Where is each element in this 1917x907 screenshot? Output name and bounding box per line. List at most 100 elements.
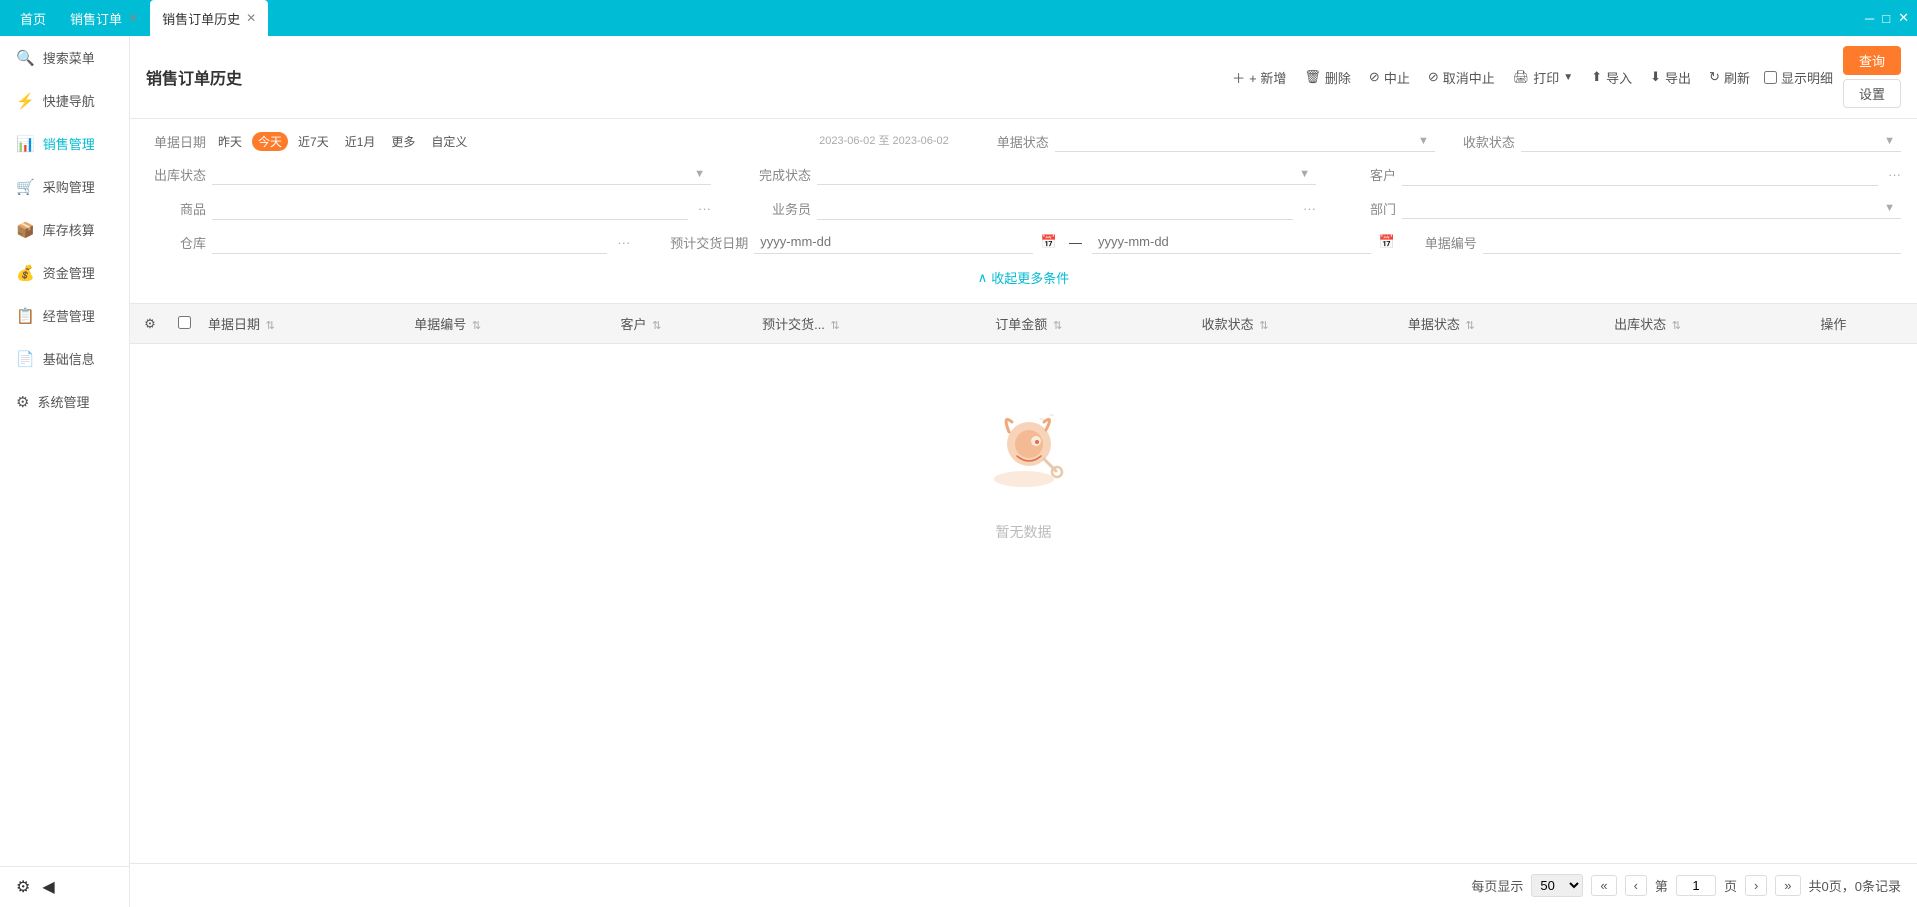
- add-button[interactable]: ＋ + 新增: [1228, 66, 1290, 89]
- stock-out-select[interactable]: ▼: [212, 164, 711, 185]
- date-option-today[interactable]: 今天: [252, 132, 288, 151]
- th-order-amount[interactable]: 订单金额 ⇅: [987, 304, 1193, 344]
- sidebar-item-base-info[interactable]: 📄 基础信息: [0, 337, 129, 380]
- sidebar-collapse-icon[interactable]: ◀: [42, 877, 54, 897]
- warehouse-label: 仓库: [146, 233, 206, 252]
- filter-salesperson: 业务员 ···: [751, 196, 1316, 220]
- date-filter-options: 昨天 今天 近7天 近1月 更多 自定义: [212, 132, 473, 151]
- inventory-icon: 📦: [16, 221, 35, 239]
- window-min-btn[interactable]: ─: [1865, 11, 1874, 26]
- date-option-yesterday[interactable]: 昨天: [212, 132, 248, 151]
- th-bill-status[interactable]: 单据状态 ⇅: [1400, 304, 1606, 344]
- date-option-1month[interactable]: 近1月: [339, 132, 382, 151]
- print-button[interactable]: 🖨 打印 ▼: [1509, 66, 1577, 89]
- date-option-more[interactable]: 更多: [385, 132, 421, 151]
- refresh-button[interactable]: ↻ 刷新: [1705, 66, 1754, 89]
- collapse-label: 收起更多条件: [991, 268, 1069, 287]
- sales-icon: 📊: [16, 135, 35, 153]
- page-header: 销售订单历史 ＋ + 新增 🗑 删除 ⊘ 中止 ⊘ 取消中止: [130, 36, 1917, 119]
- th-stock-out-status[interactable]: 出库状态 ⇅: [1606, 304, 1812, 344]
- page-size-select[interactable]: 10 20 50 100: [1531, 874, 1583, 897]
- window-close-btn[interactable]: ✕: [1898, 10, 1909, 26]
- tab-home-label: 首页: [20, 9, 46, 28]
- collapse-filter-btn[interactable]: ∧ 收起更多条件: [146, 264, 1901, 291]
- cancel-stop-button[interactable]: ⊘ 取消中止: [1424, 66, 1499, 89]
- date-option-7days[interactable]: 近7天: [292, 132, 335, 151]
- filter-bill-date: 单据日期 昨天 今天 近7天 近1月 更多 自定义: [146, 132, 815, 151]
- filter-row-3: 商品 ··· 业务员 ··· 部门 ▼: [146, 196, 1901, 220]
- calendar-end-icon[interactable]: 📅: [1379, 234, 1395, 250]
- department-select[interactable]: ▼: [1402, 198, 1901, 219]
- svg-text:~: ~: [1039, 414, 1044, 424]
- show-detail-checkbox[interactable]: [1764, 71, 1777, 84]
- sidebar-item-purchase[interactable]: 🛒 采购管理: [0, 165, 129, 208]
- close-sales-history-tab[interactable]: ✕: [246, 11, 256, 25]
- warehouse-picker-icon[interactable]: ···: [617, 235, 630, 250]
- sidebar-item-inventory[interactable]: 📦 库存核算: [0, 208, 129, 251]
- print-icon: 🖨: [1513, 69, 1530, 85]
- expected-date-end-input[interactable]: [1092, 230, 1371, 254]
- sidebar-item-operations[interactable]: 📋 经营管理: [0, 294, 129, 337]
- stop-button[interactable]: ⊘ 中止: [1365, 66, 1414, 89]
- bill-no-input[interactable]: [1483, 230, 1901, 254]
- customer-input[interactable]: [1402, 162, 1878, 186]
- th-expected-date[interactable]: 预计交货... ⇅: [754, 304, 987, 344]
- product-picker-icon[interactable]: ···: [698, 201, 711, 216]
- sidebar-search[interactable]: 🔍 搜索菜单: [0, 36, 129, 79]
- receipt-status-select[interactable]: ▼: [1521, 131, 1901, 152]
- tab-sales-order-label: 销售订单: [70, 9, 122, 28]
- tab-sales-history[interactable]: 销售订单历史 ✕: [150, 0, 268, 36]
- expected-date-label: 预计交货日期: [670, 233, 748, 252]
- delete-button[interactable]: 🗑 删除: [1300, 66, 1355, 89]
- th-customer[interactable]: 客户 ⇅: [613, 304, 755, 344]
- tab-sales-order[interactable]: 销售订单 ✕: [58, 0, 150, 36]
- customer-picker-icon[interactable]: ···: [1888, 167, 1901, 182]
- empty-illustration: ~ ~: [974, 404, 1074, 510]
- sidebar-item-finance[interactable]: 💰 资金管理: [0, 251, 129, 294]
- cancel-stop-icon: ⊘: [1428, 69, 1439, 85]
- product-label: 商品: [146, 199, 206, 218]
- setting-button[interactable]: 设置: [1843, 79, 1901, 108]
- export-button[interactable]: ⬇ 导出: [1646, 66, 1695, 89]
- sidebar-item-quick-nav[interactable]: ⚡ 快捷导航: [0, 79, 129, 122]
- next-page-btn[interactable]: ›: [1745, 875, 1767, 896]
- page-label-pre: 第: [1655, 876, 1668, 895]
- sidebar-item-sys-manage-label: 系统管理: [37, 392, 89, 411]
- sidebar-item-sales[interactable]: 📊 销售管理: [0, 122, 129, 165]
- close-sales-order-tab[interactable]: ✕: [128, 11, 138, 25]
- th-check[interactable]: [170, 304, 200, 344]
- prev-page-btn[interactable]: ‹: [1625, 875, 1647, 896]
- salesperson-input[interactable]: [817, 196, 1293, 220]
- page-number-input[interactable]: [1676, 875, 1716, 896]
- expected-date-start-input[interactable]: [754, 230, 1033, 254]
- refresh-icon: ↻: [1709, 69, 1720, 85]
- export-icon: ⬇: [1650, 69, 1661, 85]
- query-button[interactable]: 查询: [1843, 46, 1901, 75]
- import-button[interactable]: ⬆ 导入: [1587, 66, 1636, 89]
- department-dropdown-icon: ▼: [1884, 202, 1895, 214]
- sidebar-item-sys-manage[interactable]: ⚙ 系统管理: [0, 380, 129, 423]
- th-bill-date[interactable]: 单据日期 ⇅: [200, 304, 406, 344]
- calendar-start-icon[interactable]: 📅: [1041, 234, 1057, 250]
- date-option-custom[interactable]: 自定义: [425, 132, 473, 151]
- warehouse-input[interactable]: [212, 230, 607, 254]
- th-settings[interactable]: ⚙: [130, 304, 170, 344]
- customer-label: 客户: [1336, 165, 1396, 184]
- check-all-checkbox[interactable]: [178, 316, 191, 329]
- product-input[interactable]: [212, 196, 688, 220]
- window-max-btn[interactable]: □: [1882, 11, 1890, 26]
- sidebar-settings-icon[interactable]: ⚙: [16, 877, 30, 897]
- first-page-btn[interactable]: «: [1591, 875, 1616, 896]
- show-detail-checkbox-label[interactable]: 显示明细: [1764, 68, 1833, 87]
- sort-receipt-status-icon: ⇅: [1259, 320, 1268, 332]
- salesperson-picker-icon[interactable]: ···: [1303, 201, 1316, 216]
- filter-row-4: 仓库 ··· 预计交货日期 📅 — 📅 单据编号: [146, 230, 1901, 254]
- btn-group-right: 查询 设置: [1843, 46, 1901, 108]
- complete-status-select[interactable]: ▼: [817, 164, 1316, 185]
- th-bill-no[interactable]: 单据编号 ⇅: [406, 304, 612, 344]
- last-page-btn[interactable]: »: [1775, 875, 1800, 896]
- tab-home[interactable]: 首页: [8, 0, 58, 36]
- th-receipt-status[interactable]: 收款状态 ⇅: [1194, 304, 1400, 344]
- bill-status-select[interactable]: ▼: [1055, 131, 1435, 152]
- empty-text: 暂无数据: [996, 522, 1052, 542]
